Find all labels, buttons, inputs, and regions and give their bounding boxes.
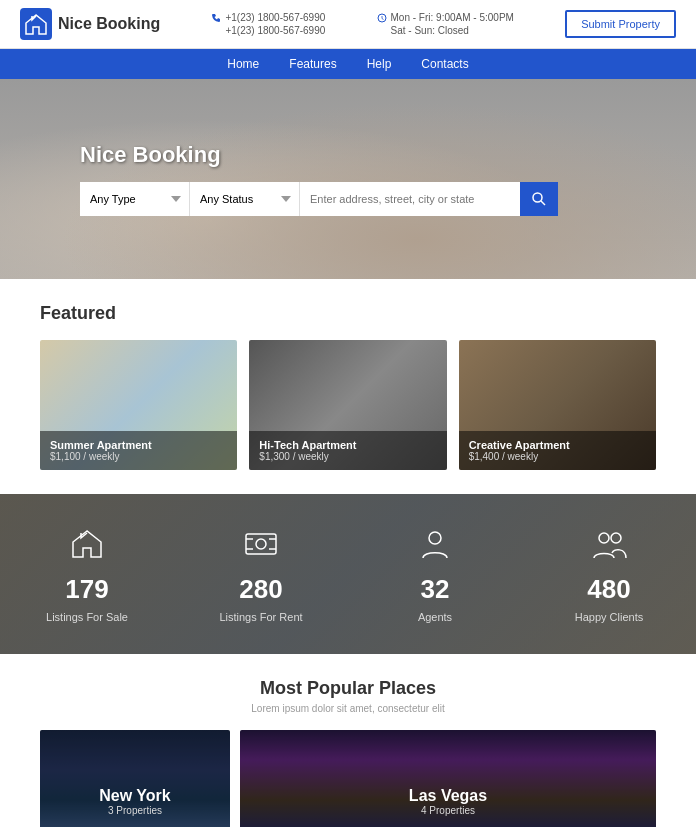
search-button[interactable] — [520, 182, 558, 216]
house-icon — [68, 525, 106, 568]
logo: Nice Booking — [20, 8, 160, 40]
logo-icon — [20, 8, 52, 40]
phone-icon — [211, 13, 221, 23]
nav-home[interactable]: Home — [227, 57, 259, 71]
svg-point-2 — [533, 193, 542, 202]
phone1: +1(23) 1800-567-6990 — [211, 12, 325, 23]
stat-number-sale: 179 — [65, 574, 108, 605]
place-city-ny: New York — [99, 787, 170, 805]
place-text-ny: New York 3 Properties — [99, 787, 170, 827]
card-price-3: $1,400 / weekly — [469, 451, 646, 462]
hours-info: Mon - Fri: 9:00AM - 5:00PM Sat - Sun: Cl… — [377, 12, 514, 36]
nav-help[interactable]: Help — [367, 57, 392, 71]
card-price-2: $1,300 / weekly — [259, 451, 436, 462]
places-title: Most Popular Places — [40, 678, 656, 699]
card-name-1: Summer Apartment — [50, 439, 227, 451]
card-overlay-2: Hi-Tech Apartment $1,300 / weekly — [249, 431, 446, 470]
stat-clients: 480 Happy Clients — [522, 525, 696, 623]
place-card-las-vegas[interactable]: Las Vegas 4 Properties — [240, 730, 656, 827]
svg-line-3 — [541, 201, 545, 205]
place-card-new-york[interactable]: New York 3 Properties — [40, 730, 230, 827]
hero-title: Nice Booking — [80, 142, 616, 168]
featured-card-1[interactable]: Summer Apartment $1,100 / weekly — [40, 340, 237, 470]
search-bar: Any Type Apartment House Commercial Any … — [80, 182, 616, 216]
type-select[interactable]: Any Type Apartment House Commercial — [80, 182, 190, 216]
svg-point-11 — [599, 533, 609, 543]
stat-listings-rent: 280 Listings For Rent — [174, 525, 348, 623]
stat-number-clients: 480 — [587, 574, 630, 605]
hours-weekend: Sat - Sun: Closed — [377, 25, 514, 36]
status-select[interactable]: Any Status For Sale For Rent — [190, 182, 300, 216]
phone2: +1(23) 1800-567-6990 — [211, 25, 325, 36]
card-overlay-3: Creative Apartment $1,400 / weekly — [459, 431, 656, 470]
contact-info: +1(23) 1800-567-6990 +1(23) 1800-567-699… — [211, 12, 325, 36]
nav-features[interactable]: Features — [289, 57, 336, 71]
card-price-1: $1,100 / weekly — [50, 451, 227, 462]
submit-property-button[interactable]: Submit Property — [565, 10, 676, 38]
svg-rect-4 — [246, 534, 276, 554]
stat-label-rent: Listings For Rent — [219, 611, 302, 623]
clock-icon — [377, 13, 387, 23]
agent-icon — [416, 525, 454, 568]
places-top-row: New York 3 Properties Las Vegas 4 Proper… — [40, 730, 656, 827]
stat-label-clients: Happy Clients — [575, 611, 643, 623]
search-icon — [531, 191, 547, 207]
logo-text: Nice Booking — [58, 15, 160, 33]
card-overlay-1: Summer Apartment $1,100 / weekly — [40, 431, 237, 470]
svg-point-12 — [611, 533, 621, 543]
main-nav: Home Features Help Contacts — [0, 49, 696, 79]
place-text-lv: Las Vegas 4 Properties — [409, 787, 487, 827]
place-props-lv: 4 Properties — [409, 805, 487, 816]
site-header: Nice Booking +1(23) 1800-567-6990 +1(23)… — [0, 0, 696, 49]
stat-number-agents: 32 — [421, 574, 450, 605]
money-icon — [242, 525, 280, 568]
popular-places-section: Most Popular Places Lorem ipsum dolor si… — [0, 654, 696, 827]
search-input[interactable] — [300, 182, 520, 216]
stats-section: 179 Listings For Sale 280 Listings For R… — [0, 494, 696, 654]
featured-title: Featured — [40, 303, 656, 324]
stat-label-sale: Listings For Sale — [46, 611, 128, 623]
stat-listings-sale: 179 Listings For Sale — [0, 525, 174, 623]
card-name-3: Creative Apartment — [469, 439, 646, 451]
stat-number-rent: 280 — [239, 574, 282, 605]
nav-contacts[interactable]: Contacts — [421, 57, 468, 71]
svg-point-5 — [256, 539, 266, 549]
hero-section: Nice Booking Any Type Apartment House Co… — [0, 79, 696, 279]
featured-section: Featured Summer Apartment $1,100 / weekl… — [0, 279, 696, 494]
svg-rect-0 — [20, 8, 52, 40]
featured-card-2[interactable]: Hi-Tech Apartment $1,300 / weekly — [249, 340, 446, 470]
clients-icon — [590, 525, 628, 568]
place-city-lv: Las Vegas — [409, 787, 487, 805]
featured-grid: Summer Apartment $1,100 / weekly Hi-Tech… — [40, 340, 656, 470]
hours-weekday: Mon - Fri: 9:00AM - 5:00PM — [377, 12, 514, 23]
place-props-ny: 3 Properties — [99, 805, 170, 816]
places-subtitle: Lorem ipsum dolor sit amet, consectetur … — [40, 703, 656, 714]
card-name-2: Hi-Tech Apartment — [259, 439, 436, 451]
stat-agents: 32 Agents — [348, 525, 522, 623]
featured-card-3[interactable]: Creative Apartment $1,400 / weekly — [459, 340, 656, 470]
stat-label-agents: Agents — [418, 611, 452, 623]
svg-point-10 — [429, 532, 441, 544]
